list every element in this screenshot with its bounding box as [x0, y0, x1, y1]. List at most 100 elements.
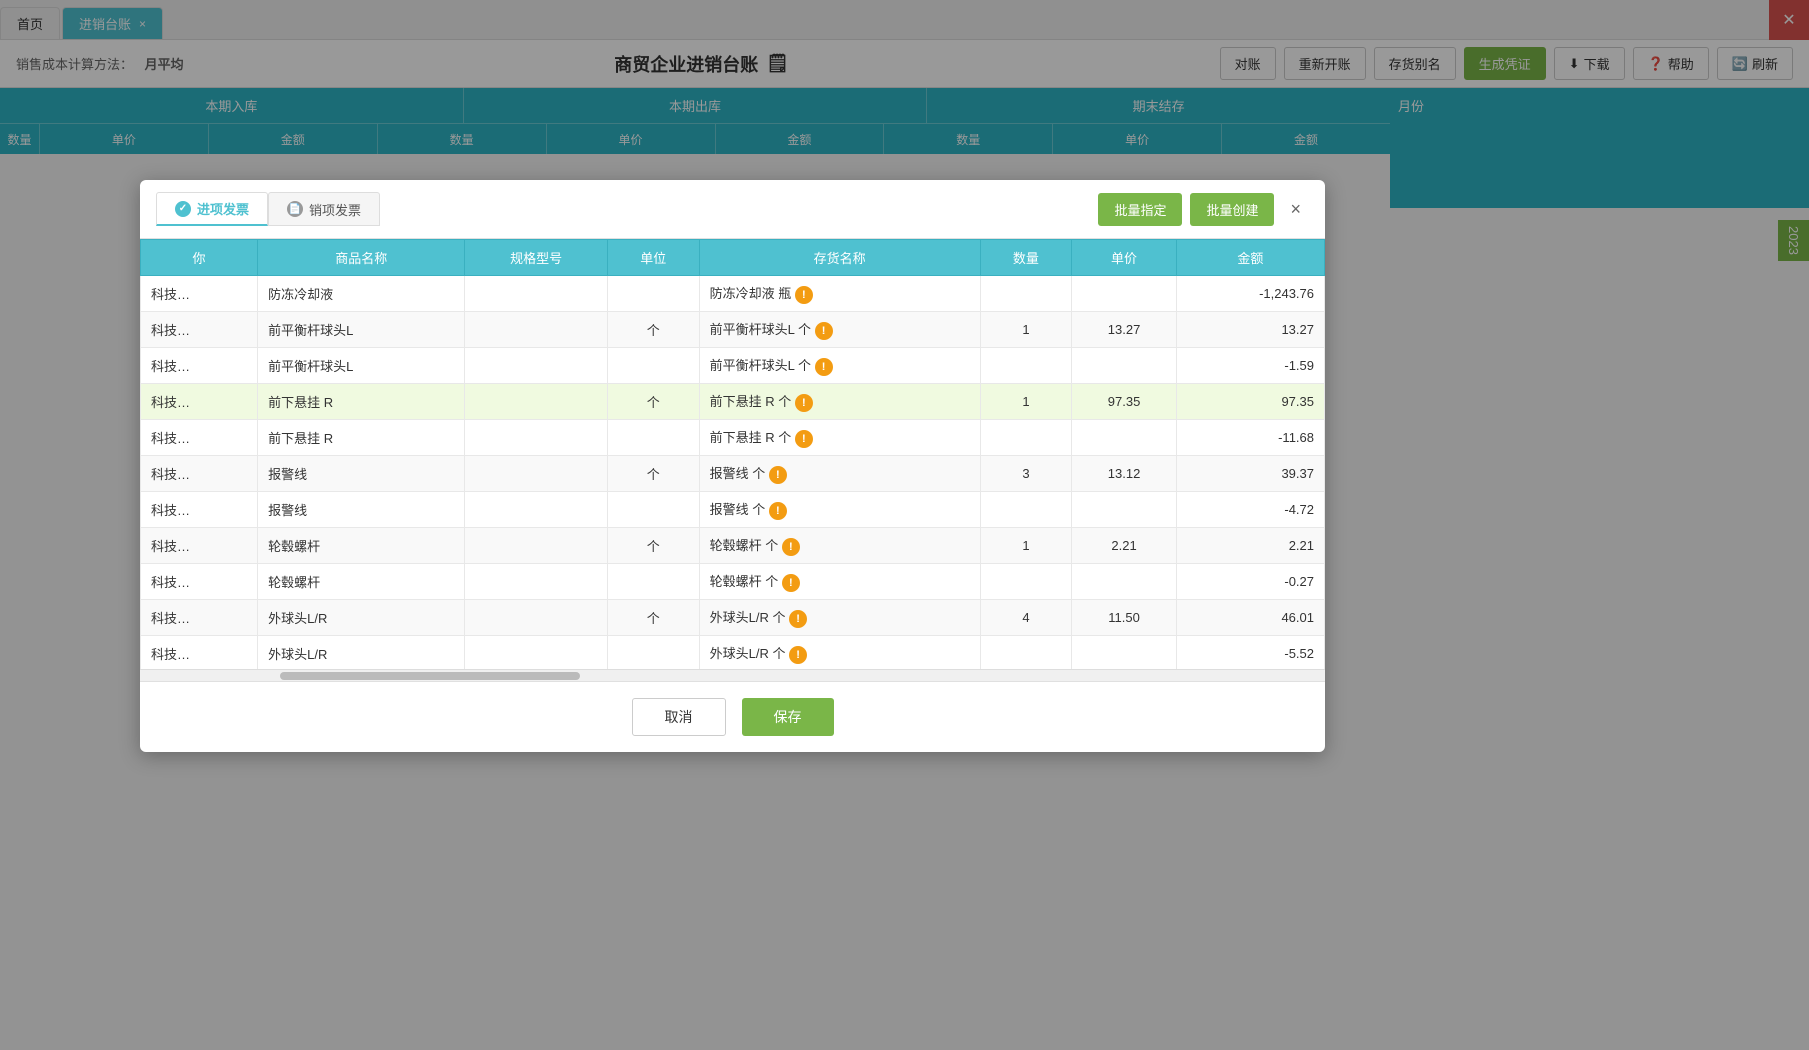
in-invoice-tab-icon: ✓: [175, 201, 191, 217]
table-row[interactable]: 科技… 轮毂螺杆 个 轮毂螺杆 个 ! 1 2.21 2.21: [141, 528, 1325, 564]
cell-inventory-name: 防冻冷却液 瓶 !: [699, 276, 980, 312]
cell-qty: 4: [980, 600, 1072, 636]
cell-inventory-name: 报警线 个 !: [699, 456, 980, 492]
cell-unit: 个: [607, 600, 699, 636]
cell-unit: [607, 636, 699, 670]
cell-qty: [980, 420, 1072, 456]
cell-amount: -1,243.76: [1176, 276, 1324, 312]
table-row[interactable]: 科技… 轮毂螺杆 轮毂螺杆 个 ! -0.27: [141, 564, 1325, 600]
cell-unit: [607, 420, 699, 456]
warning-icon: !: [789, 610, 807, 628]
cell-unit-price: 97.35: [1072, 384, 1176, 420]
cell-product-name: 前下悬挂 R: [258, 384, 465, 420]
batch-create-button[interactable]: 批量创建: [1190, 193, 1274, 226]
modal-footer: 取消 保存: [140, 681, 1325, 752]
cell-unit-price: [1072, 636, 1176, 670]
cell-product-name: 报警线: [258, 456, 465, 492]
warning-icon: !: [769, 502, 787, 520]
cell-qty: [980, 276, 1072, 312]
tab-in-invoice[interactable]: ✓ 进项发票: [156, 192, 268, 226]
table-row[interactable]: 科技… 前平衡杆球头L 前平衡杆球头L 个 ! -1.59: [141, 348, 1325, 384]
table-row[interactable]: 科技… 外球头L/R 外球头L/R 个 ! -5.52: [141, 636, 1325, 670]
cell-product-name: 防冻冷却液: [258, 276, 465, 312]
cell-inventory-name: 前下悬挂 R 个 !: [699, 384, 980, 420]
cell-inventory-name: 外球头L/R 个 !: [699, 636, 980, 670]
table-row[interactable]: 科技… 前下悬挂 R 个 前下悬挂 R 个 ! 1 97.35 97.35: [141, 384, 1325, 420]
col-spec: 规格型号: [465, 240, 607, 276]
cell-spec: [465, 564, 607, 600]
modal-tabs: ✓ 进项发票 📄 销项发票: [156, 192, 380, 226]
modal-close-button[interactable]: ×: [1282, 193, 1309, 226]
table-row[interactable]: 科技… 前下悬挂 R 前下悬挂 R 个 ! -11.68: [141, 420, 1325, 456]
cell-unit-price: 13.12: [1072, 456, 1176, 492]
warning-icon: !: [795, 430, 813, 448]
table-row[interactable]: 科技… 外球头L/R 个 外球头L/R 个 ! 4 11.50 46.01: [141, 600, 1325, 636]
cell-inventory-name: 报警线 个 !: [699, 492, 980, 528]
table-row[interactable]: 科技… 报警线 报警线 个 ! -4.72: [141, 492, 1325, 528]
cell-spec: [465, 420, 607, 456]
cell-unit: 个: [607, 456, 699, 492]
tab-out-invoice[interactable]: 📄 销项发票: [268, 192, 380, 226]
cell-inventory-name: 前平衡杆球头L 个 !: [699, 348, 980, 384]
cell-company: 科技…: [141, 492, 258, 528]
cell-company: 科技…: [141, 600, 258, 636]
invoice-table-container[interactable]: 你 商品名称 规格型号 单位 存货名称 数量 单价 金额 科技… 防冻冷却液 防…: [140, 239, 1325, 669]
cell-amount: 13.27: [1176, 312, 1324, 348]
cell-spec: [465, 600, 607, 636]
cell-qty: 1: [980, 528, 1072, 564]
modal-header-actions: 批量指定 批量创建 ×: [1098, 193, 1309, 226]
table-row[interactable]: 科技… 报警线 个 报警线 个 ! 3 13.12 39.37: [141, 456, 1325, 492]
cell-product-name: 轮毂螺杆: [258, 528, 465, 564]
cell-inventory-name: 前平衡杆球头L 个 !: [699, 312, 980, 348]
cell-unit: 个: [607, 312, 699, 348]
col-product-name: 商品名称: [258, 240, 465, 276]
out-invoice-tab-icon: 📄: [287, 201, 303, 217]
cell-unit-price: 2.21: [1072, 528, 1176, 564]
table-row[interactable]: 科技… 防冻冷却液 防冻冷却液 瓶 ! -1,243.76: [141, 276, 1325, 312]
cell-company: 科技…: [141, 456, 258, 492]
warning-icon: !: [789, 646, 807, 664]
cell-company: 科技…: [141, 564, 258, 600]
cancel-button[interactable]: 取消: [632, 698, 726, 736]
cell-product-name: 前平衡杆球头L: [258, 312, 465, 348]
cell-spec: [465, 456, 607, 492]
warning-icon: !: [782, 538, 800, 556]
scrollbar-thumb[interactable]: [280, 672, 580, 680]
col-company: 你: [141, 240, 258, 276]
cell-amount: 46.01: [1176, 600, 1324, 636]
cell-unit: [607, 348, 699, 384]
horizontal-scrollbar[interactable]: [140, 669, 1325, 681]
cell-unit: 个: [607, 528, 699, 564]
col-inventory-name: 存货名称: [699, 240, 980, 276]
cell-spec: [465, 276, 607, 312]
table-row[interactable]: 科技… 前平衡杆球头L 个 前平衡杆球头L 个 ! 1 13.27 13.27: [141, 312, 1325, 348]
cell-company: 科技…: [141, 420, 258, 456]
cell-amount: -0.27: [1176, 564, 1324, 600]
cell-qty: [980, 636, 1072, 670]
col-amount: 金额: [1176, 240, 1324, 276]
cell-product-name: 报警线: [258, 492, 465, 528]
cell-amount: -5.52: [1176, 636, 1324, 670]
cell-unit-price: [1072, 492, 1176, 528]
invoice-table: 你 商品名称 规格型号 单位 存货名称 数量 单价 金额 科技… 防冻冷却液 防…: [140, 239, 1325, 669]
cell-qty: 1: [980, 312, 1072, 348]
cell-unit: 个: [607, 384, 699, 420]
cell-amount: -11.68: [1176, 420, 1324, 456]
cell-product-name: 前平衡杆球头L: [258, 348, 465, 384]
cell-company: 科技…: [141, 348, 258, 384]
cell-company: 科技…: [141, 276, 258, 312]
cell-product-name: 前下悬挂 R: [258, 420, 465, 456]
warning-icon: !: [815, 322, 833, 340]
cell-unit-price: [1072, 276, 1176, 312]
warning-icon: !: [795, 286, 813, 304]
cell-unit-price: [1072, 420, 1176, 456]
cell-inventory-name: 轮毂螺杆 个 !: [699, 564, 980, 600]
cell-unit-price: 11.50: [1072, 600, 1176, 636]
cell-company: 科技…: [141, 312, 258, 348]
batch-assign-button[interactable]: 批量指定: [1098, 193, 1182, 226]
warning-icon: !: [795, 394, 813, 412]
col-qty: 数量: [980, 240, 1072, 276]
cell-product-name: 外球头L/R: [258, 600, 465, 636]
cell-spec: [465, 384, 607, 420]
save-button[interactable]: 保存: [742, 698, 834, 736]
